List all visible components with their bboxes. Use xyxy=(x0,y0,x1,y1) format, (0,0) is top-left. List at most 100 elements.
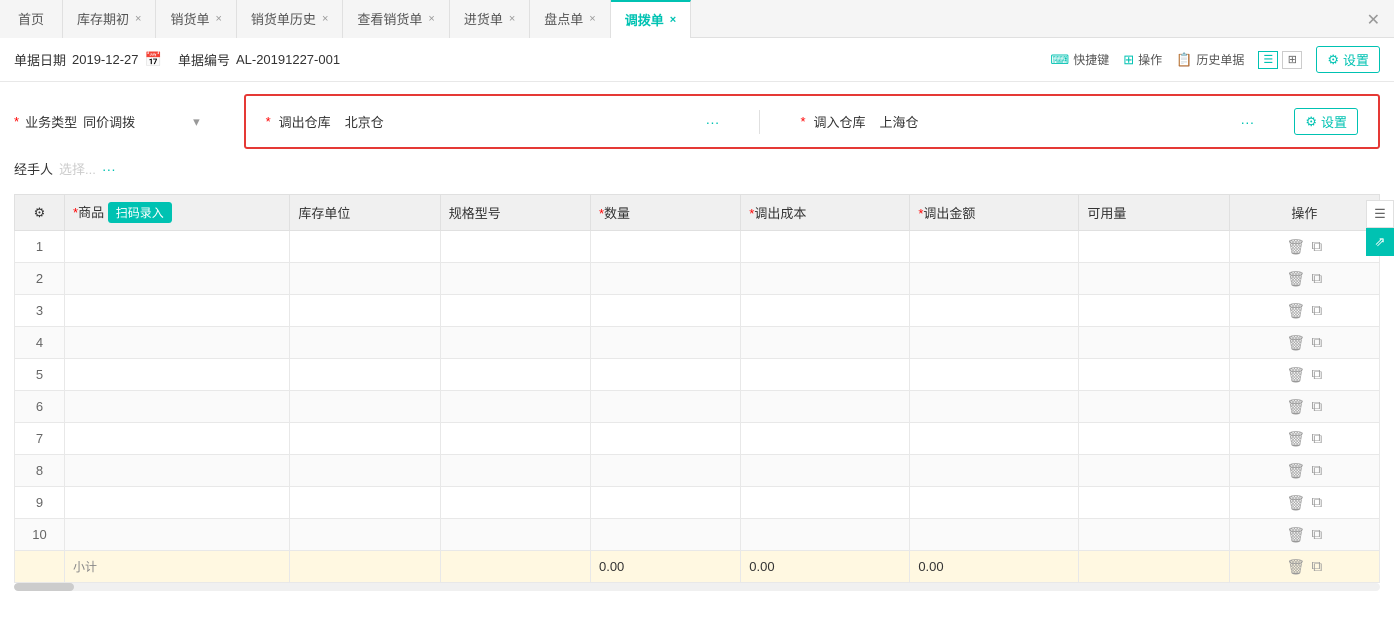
row-product[interactable] xyxy=(65,231,290,263)
row-unit[interactable] xyxy=(290,519,440,551)
horizontal-scrollbar[interactable] xyxy=(14,583,1380,591)
tab-stocktake[interactable]: 盘点单 × xyxy=(530,0,610,38)
delete-icon[interactable]: 🗑 xyxy=(1286,238,1305,256)
scrollbar-thumb[interactable] xyxy=(14,583,74,591)
row-spec[interactable] xyxy=(440,359,590,391)
copy-icon[interactable]: ⧉ xyxy=(1312,430,1323,447)
copy-icon[interactable]: ⧉ xyxy=(1312,526,1323,543)
row-cost[interactable] xyxy=(741,327,910,359)
right-panel-list-icon[interactable]: ☰ xyxy=(1366,200,1394,228)
delete-icon[interactable]: 🗑 xyxy=(1286,558,1305,576)
row-qty[interactable] xyxy=(590,359,740,391)
row-avail[interactable] xyxy=(1079,487,1229,519)
warehouse-settings-button[interactable]: ⚙ 设置 xyxy=(1294,108,1358,135)
row-cost[interactable] xyxy=(741,295,910,327)
delete-icon[interactable]: 🗑 xyxy=(1286,398,1305,416)
tab-stocktake-close[interactable]: × xyxy=(589,13,595,25)
row-cost[interactable]: 0.00 xyxy=(741,551,910,583)
person-placeholder[interactable]: 选择... xyxy=(59,159,96,178)
delete-icon[interactable]: 🗑 xyxy=(1286,526,1305,544)
row-qty[interactable] xyxy=(590,391,740,423)
row-amount[interactable] xyxy=(910,455,1079,487)
delete-icon[interactable]: 🗑 xyxy=(1286,334,1305,352)
row-avail[interactable] xyxy=(1079,231,1229,263)
scan-button[interactable]: 扫码录入 xyxy=(108,202,172,223)
row-unit[interactable] xyxy=(290,231,440,263)
tab-sales-history[interactable]: 销货单历史 × xyxy=(237,0,343,38)
row-spec[interactable] xyxy=(440,231,590,263)
delete-icon[interactable]: 🗑 xyxy=(1286,302,1305,320)
row-cost[interactable] xyxy=(741,359,910,391)
row-product[interactable] xyxy=(65,263,290,295)
tab-transfer[interactable]: 调拨单 × xyxy=(611,0,691,38)
row-qty[interactable] xyxy=(590,455,740,487)
row-amount[interactable] xyxy=(910,327,1079,359)
row-spec[interactable] xyxy=(440,487,590,519)
row-cost[interactable] xyxy=(741,519,910,551)
tab-sales-order[interactable]: 销货单 × xyxy=(156,0,236,38)
row-unit[interactable] xyxy=(290,327,440,359)
row-cost[interactable] xyxy=(741,487,910,519)
tab-purchase-order-close[interactable]: × xyxy=(509,13,515,25)
row-qty[interactable] xyxy=(590,487,740,519)
col-settings[interactable]: ⚙ xyxy=(15,195,65,231)
tab-inventory-init-close[interactable]: × xyxy=(135,13,141,25)
operation-button[interactable]: ⊞ 操作 xyxy=(1123,51,1162,68)
row-amount[interactable] xyxy=(910,295,1079,327)
row-spec[interactable] xyxy=(440,455,590,487)
row-cost[interactable] xyxy=(741,391,910,423)
row-amount[interactable] xyxy=(910,231,1079,263)
row-cost[interactable] xyxy=(741,231,910,263)
row-avail[interactable] xyxy=(1079,519,1229,551)
history-button[interactable]: 📋 历史单据 xyxy=(1176,51,1244,68)
copy-icon[interactable]: ⧉ xyxy=(1312,302,1323,319)
row-spec[interactable] xyxy=(440,519,590,551)
row-product[interactable] xyxy=(65,423,290,455)
row-unit[interactable] xyxy=(290,359,440,391)
row-spec[interactable] xyxy=(440,391,590,423)
row-qty[interactable] xyxy=(590,231,740,263)
tab-purchase-order[interactable]: 进货单 × xyxy=(450,0,530,38)
row-spec[interactable] xyxy=(440,551,590,583)
row-product[interactable] xyxy=(65,327,290,359)
row-unit[interactable] xyxy=(290,263,440,295)
delete-icon[interactable]: 🗑 xyxy=(1286,430,1305,448)
copy-icon[interactable]: ⧉ xyxy=(1312,462,1323,479)
row-avail[interactable] xyxy=(1079,423,1229,455)
copy-icon[interactable]: ⧉ xyxy=(1312,558,1323,575)
row-qty[interactable] xyxy=(590,327,740,359)
row-qty[interactable] xyxy=(590,423,740,455)
calendar-icon[interactable]: 📅 xyxy=(145,51,162,68)
row-spec[interactable] xyxy=(440,263,590,295)
row-product[interactable]: 小计 xyxy=(65,551,290,583)
delete-icon[interactable]: 🗑 xyxy=(1286,270,1305,288)
row-qty[interactable]: 0.00 xyxy=(590,551,740,583)
row-avail[interactable] xyxy=(1079,327,1229,359)
copy-icon[interactable]: ⧉ xyxy=(1312,270,1323,287)
tab-transfer-close[interactable]: × xyxy=(670,14,676,26)
row-qty[interactable] xyxy=(590,295,740,327)
row-avail[interactable] xyxy=(1079,551,1229,583)
row-amount[interactable] xyxy=(910,263,1079,295)
copy-icon[interactable]: ⧉ xyxy=(1312,366,1323,383)
tab-sales-order-close[interactable]: × xyxy=(215,13,221,25)
row-unit[interactable] xyxy=(290,455,440,487)
row-product[interactable] xyxy=(65,295,290,327)
shortcut-button[interactable]: ⌨ 快捷键 xyxy=(1050,51,1109,68)
warehouse-out-more[interactable]: ··· xyxy=(705,114,719,130)
row-avail[interactable] xyxy=(1079,391,1229,423)
window-close-button[interactable]: ✕ xyxy=(1367,10,1380,30)
row-amount[interactable] xyxy=(910,487,1079,519)
person-more[interactable]: ··· xyxy=(102,161,116,177)
tab-view-sales[interactable]: 查看销货单 × xyxy=(343,0,449,38)
row-qty[interactable] xyxy=(590,263,740,295)
copy-icon[interactable]: ⧉ xyxy=(1312,398,1323,415)
row-cost[interactable] xyxy=(741,455,910,487)
row-product[interactable] xyxy=(65,519,290,551)
row-amount[interactable] xyxy=(910,423,1079,455)
tab-home[interactable]: 首页 xyxy=(0,0,63,38)
row-spec[interactable] xyxy=(440,295,590,327)
delete-icon[interactable]: 🗑 xyxy=(1286,366,1305,384)
row-avail[interactable] xyxy=(1079,263,1229,295)
delete-icon[interactable]: 🗑 xyxy=(1286,462,1305,480)
